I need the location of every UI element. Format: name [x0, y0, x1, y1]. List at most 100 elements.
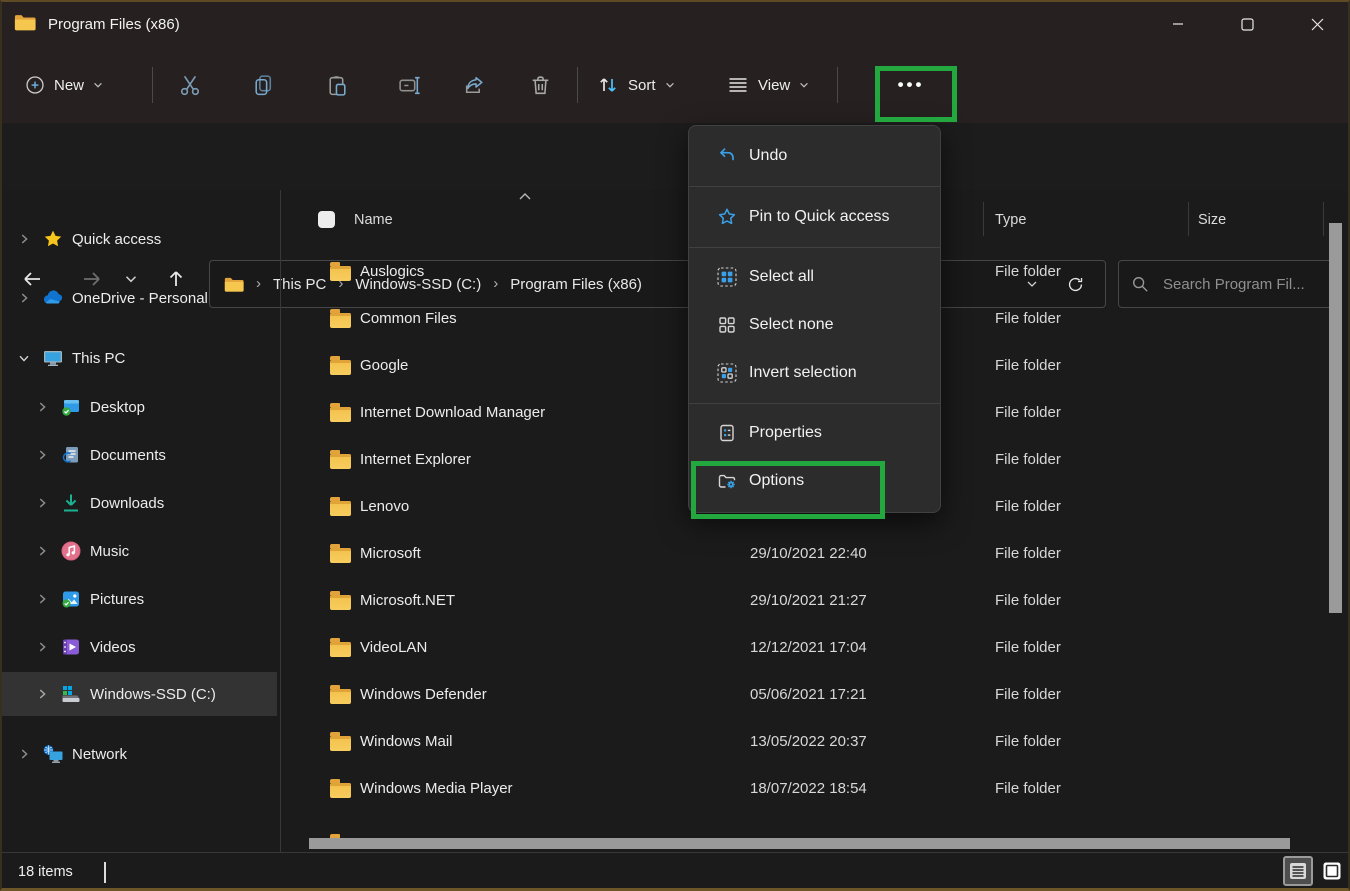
paste-icon: [325, 73, 350, 98]
this-pc-monitor-icon: [42, 347, 64, 369]
navigation-pane: Quick access OneDrive - Personal This PC…: [0, 190, 280, 852]
vertical-scrollbar[interactable]: [1329, 223, 1342, 613]
videos-icon: [60, 636, 82, 658]
file-row-partial[interactable]: [280, 812, 1350, 838]
view-icon: [726, 73, 750, 97]
paste-button[interactable]: [315, 63, 359, 107]
column-header-name[interactable]: Name: [354, 202, 393, 238]
sidebar-item-music[interactable]: Music: [0, 529, 277, 573]
sort-icon: [596, 73, 620, 97]
sort-ascending-icon: [518, 192, 532, 201]
window-title: Program Files (x86): [48, 0, 180, 48]
sidebar-item-videos[interactable]: Videos: [0, 625, 277, 669]
copy-icon: [251, 73, 276, 98]
horizontal-scrollbar[interactable]: [309, 838, 1290, 849]
menu-item-options[interactable]: Options: [689, 457, 940, 505]
title-bar: Program Files (x86): [0, 0, 1350, 48]
pin-star-icon: [717, 207, 737, 227]
file-row[interactable]: Windows Media Player 18/07/2022 18:54 Fi…: [280, 765, 1350, 812]
sidebar-item-pictures[interactable]: Pictures: [0, 577, 277, 621]
new-plus-icon: [24, 74, 46, 96]
see-more-menu: Undo Pin to Quick access Select all Sele…: [688, 125, 941, 513]
file-row[interactable]: Microsoft.NET 29/10/2021 21:27 File fold…: [280, 577, 1350, 624]
share-button[interactable]: [452, 63, 496, 107]
cut-button[interactable]: [168, 63, 212, 107]
select-none-icon: [717, 315, 737, 335]
menu-separator: [689, 247, 940, 248]
more-dots-icon: •••: [898, 75, 925, 95]
menu-separator: [689, 403, 940, 404]
menu-item-invert-selection[interactable]: Invert selection: [689, 349, 940, 397]
rename-icon: [397, 73, 422, 98]
delete-button[interactable]: [518, 63, 562, 107]
share-icon: [462, 73, 487, 98]
folder-icon: [330, 436, 351, 483]
close-button[interactable]: [1294, 0, 1340, 48]
file-row[interactable]: Windows Defender 05/06/2021 17:21 File f…: [280, 671, 1350, 718]
select-all-checkbox[interactable]: [318, 211, 335, 228]
file-row[interactable]: VideoLAN 12/12/2021 17:04 File folder: [280, 624, 1350, 671]
menu-item-pin-to-quick-access[interactable]: Pin to Quick access: [689, 193, 940, 241]
chevron-down-icon: [798, 79, 810, 91]
chevron-down-icon: [92, 79, 104, 91]
toolbar-divider: [837, 67, 838, 103]
sort-button[interactable]: Sort: [596, 63, 702, 107]
chevron-right-icon[interactable]: [32, 448, 52, 462]
see-more-button[interactable]: •••: [879, 63, 943, 107]
maximize-button[interactable]: [1224, 0, 1270, 48]
sidebar-item-desktop[interactable]: Desktop: [0, 385, 277, 429]
chevron-right-icon[interactable]: [32, 400, 52, 414]
menu-item-undo[interactable]: Undo: [689, 132, 940, 180]
toolbar-divider: [152, 67, 153, 103]
file-row[interactable]: Windows Mail 13/05/2022 20:37 File folde…: [280, 718, 1350, 765]
chevron-right-icon[interactable]: [32, 592, 52, 606]
large-icons-view-button[interactable]: [1317, 856, 1347, 886]
column-separator: [1323, 202, 1324, 236]
pictures-icon: [60, 588, 82, 610]
quick-access-star-icon: [42, 229, 64, 249]
file-explorer-window: Program Files (x86) New: [0, 0, 1350, 891]
minimize-button[interactable]: [1155, 0, 1201, 48]
rename-button[interactable]: [387, 63, 431, 107]
folder-icon: [330, 577, 351, 624]
music-icon: [60, 540, 82, 562]
view-button[interactable]: View: [726, 63, 828, 107]
chevron-right-icon[interactable]: [32, 496, 52, 510]
sidebar-item-quick-access[interactable]: Quick access: [0, 217, 277, 261]
sidebar-item-windows-ssd[interactable]: Windows-SSD (C:): [0, 672, 277, 716]
chevron-right-icon[interactable]: [14, 747, 34, 761]
chevron-right-icon[interactable]: [14, 232, 34, 246]
desktop-icon: [60, 396, 82, 418]
sidebar-item-documents[interactable]: Documents: [0, 433, 277, 477]
menu-item-properties[interactable]: Properties: [689, 409, 940, 457]
downloads-icon: [60, 492, 82, 514]
chevron-right-icon[interactable]: [32, 640, 52, 654]
menu-separator: [689, 186, 940, 187]
chevron-right-icon[interactable]: [32, 544, 52, 558]
toolbar-divider: [577, 67, 578, 103]
sidebar-item-network[interactable]: Network: [0, 732, 277, 776]
copy-button[interactable]: [241, 63, 285, 107]
menu-item-select-none[interactable]: Select none: [689, 301, 940, 349]
chevron-right-icon[interactable]: [14, 291, 34, 305]
sidebar-item-this-pc[interactable]: This PC: [0, 336, 277, 380]
windows-drive-icon: [60, 683, 82, 705]
status-bar: 18 items: [0, 852, 1350, 891]
column-header-size[interactable]: Size: [1198, 202, 1226, 238]
folder-icon: [330, 342, 351, 389]
sidebar-item-onedrive[interactable]: OneDrive - Personal: [0, 276, 277, 320]
chevron-right-icon[interactable]: [32, 687, 52, 701]
folder-icon: [330, 671, 351, 718]
folder-icon: [330, 765, 351, 812]
menu-item-select-all[interactable]: Select all: [689, 253, 940, 301]
folder-icon: [330, 483, 351, 530]
new-button[interactable]: New: [24, 63, 144, 107]
column-header-type[interactable]: Type: [995, 202, 1026, 238]
chevron-down-icon[interactable]: [14, 351, 34, 365]
details-view-button[interactable]: [1283, 856, 1313, 886]
folder-icon: [14, 13, 36, 32]
file-row[interactable]: Microsoft 29/10/2021 22:40 File folder: [280, 530, 1350, 577]
folder-icon: [330, 248, 351, 295]
sidebar-item-downloads[interactable]: Downloads: [0, 481, 277, 525]
folder-options-icon: [717, 471, 737, 491]
